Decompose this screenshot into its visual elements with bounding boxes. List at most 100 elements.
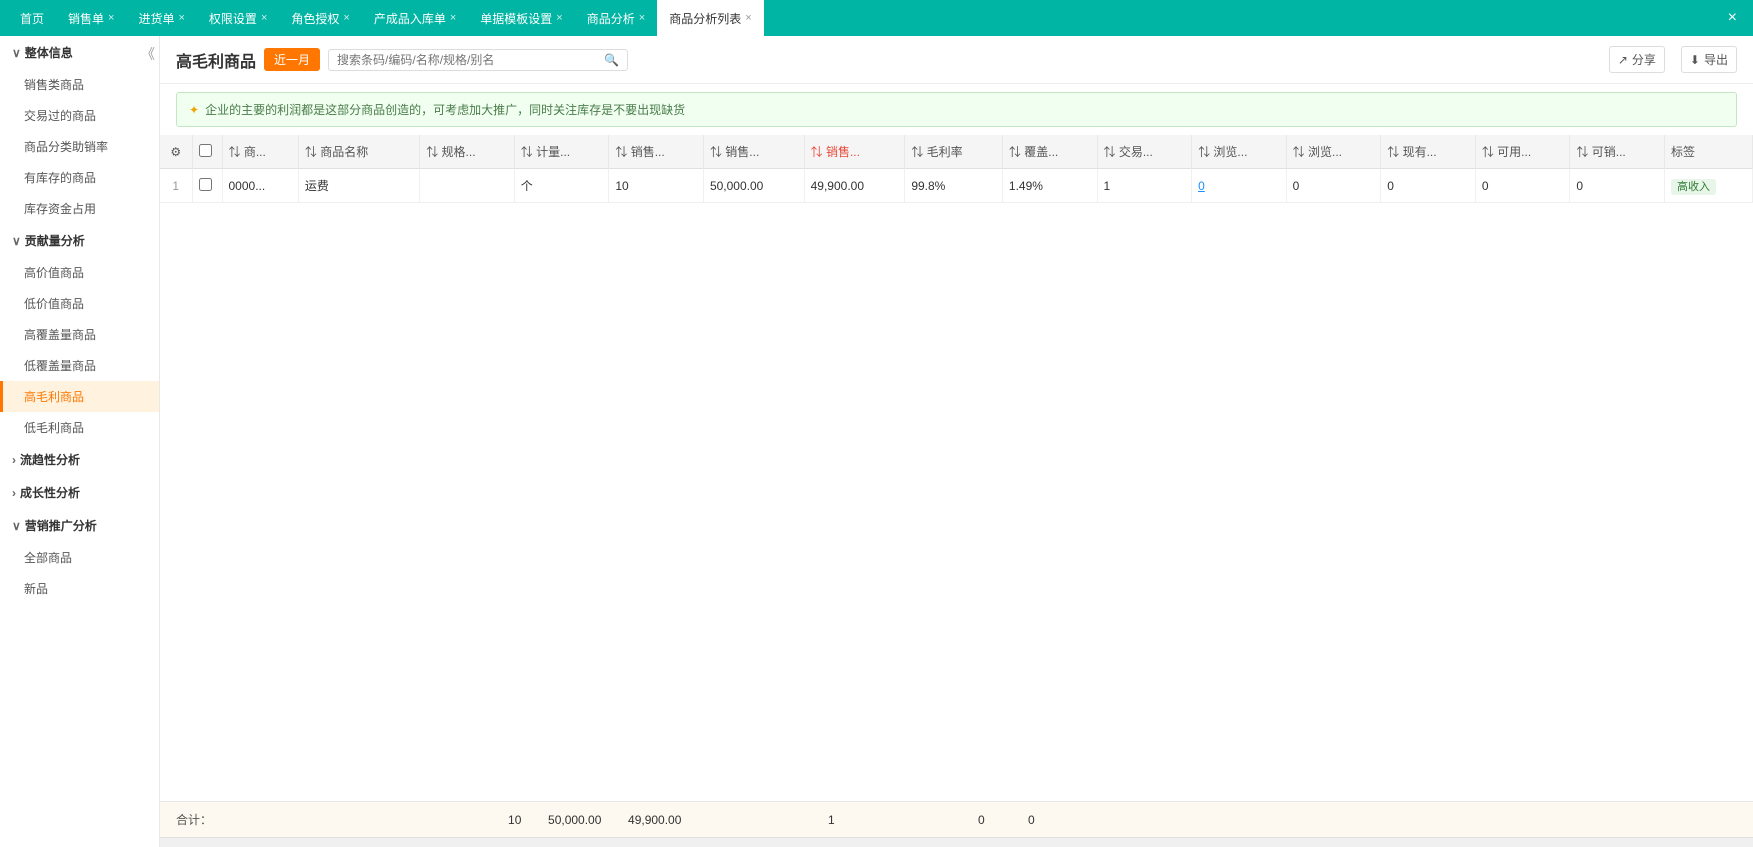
nav-product-analysis[interactable]: 商品分析 × xyxy=(575,0,657,36)
footer-label: 合计： xyxy=(176,811,212,828)
select-all-checkbox[interactable] xyxy=(199,144,212,157)
footer-sales-amount: 50,000.00 xyxy=(542,813,622,827)
sidebar-group-flow[interactable]: › 流趋性分析 xyxy=(0,443,159,476)
col-name[interactable]: ⇅ 商品名称 xyxy=(298,135,419,169)
row-checkbox[interactable] xyxy=(192,169,222,203)
col-transaction[interactable]: ⇅ 交易... xyxy=(1097,135,1192,169)
cell-available: 0 xyxy=(1475,169,1570,203)
sort-icon-browse1: ⇅ xyxy=(1198,145,1213,159)
nav-close-role[interactable]: × xyxy=(343,12,349,24)
nav-sales[interactable]: 销售单 × xyxy=(56,0,126,36)
cell-sellable: 0 xyxy=(1570,169,1665,203)
col-browse1[interactable]: ⇅ 浏览... xyxy=(1192,135,1287,169)
content-header: 高毛利商品 近一月 🔍 ↗ 分享 ⬇ 导出 xyxy=(160,36,1753,84)
sidebar-group-overall[interactable]: ∨ 整体信息 xyxy=(0,36,159,69)
cell-browse1[interactable]: 0 xyxy=(1192,169,1287,203)
info-banner: ✦ 企业的主要的利润都是这部分商品创造的，可考虑加大推广，同时关注库存是不要出现… xyxy=(176,92,1737,127)
search-box[interactable]: 🔍 xyxy=(328,49,628,71)
col-unit[interactable]: ⇅ 计量... xyxy=(514,135,609,169)
footer-current-stock: 0 xyxy=(972,813,1022,827)
arrow-right-icon: › xyxy=(12,453,16,467)
col-checkbox[interactable] xyxy=(192,135,222,169)
sidebar-group-growth[interactable]: › 成长性分析 xyxy=(0,476,159,509)
nav-template[interactable]: 单据模板设置 × xyxy=(468,0,574,36)
nav-close-purchase[interactable]: × xyxy=(178,12,184,24)
export-button[interactable]: ⬇ 导出 xyxy=(1681,46,1737,73)
cell-coverage: 1.49% xyxy=(1002,169,1097,203)
arrow-right-icon-2: › xyxy=(12,486,16,500)
arrow-down-icon-2: ∨ xyxy=(12,234,21,248)
nav-close-permission[interactable]: × xyxy=(261,12,267,24)
col-browse2[interactable]: ⇅ 浏览... xyxy=(1286,135,1381,169)
sort-icon-avail: ⇅ xyxy=(1482,145,1497,159)
cell-gross-margin: 99.8% xyxy=(905,169,1003,203)
col-sellable[interactable]: ⇅ 可销... xyxy=(1570,135,1665,169)
nav-role[interactable]: 角色授权 × xyxy=(279,0,361,36)
sort-icon-stock: ⇅ xyxy=(1387,145,1402,159)
col-sales-amount[interactable]: ⇅ 销售... xyxy=(703,135,804,169)
nav-close-product-analysis-list[interactable]: × xyxy=(745,12,751,24)
sidebar-item-in-stock[interactable]: 有库存的商品 xyxy=(0,162,159,193)
nav-home[interactable]: 首页 xyxy=(8,0,56,36)
col-sales-qty[interactable]: ⇅ 销售... xyxy=(609,135,704,169)
sort-icon-margin: ⇅ xyxy=(911,145,926,159)
filter-recent-month-button[interactable]: 近一月 xyxy=(264,48,320,71)
sidebar-item-traded-goods[interactable]: 交易过的商品 xyxy=(0,100,159,131)
cell-sku: 0000... xyxy=(222,169,298,203)
arrow-down-icon: ∨ xyxy=(12,46,21,60)
col-spec[interactable]: ⇅ 规格... xyxy=(420,135,515,169)
sidebar-item-all-goods[interactable]: 全部商品 xyxy=(0,542,159,573)
cell-spec xyxy=(420,169,515,203)
nav-close-product-analysis[interactable]: × xyxy=(639,12,645,24)
footer-sales-qty: 10 xyxy=(502,813,542,827)
cell-current-stock: 0 xyxy=(1381,169,1476,203)
sidebar-group-marketing[interactable]: ∨ 营销推广分析 xyxy=(0,509,159,542)
row-num: 1 xyxy=(160,169,192,203)
sidebar-item-low-coverage[interactable]: 低覆盖量商品 xyxy=(0,350,159,381)
col-coverage[interactable]: ⇅ 覆盖... xyxy=(1002,135,1097,169)
cell-browse2: 0 xyxy=(1286,169,1381,203)
bottom-scrollbar[interactable] xyxy=(160,837,1753,847)
search-input[interactable] xyxy=(337,53,600,67)
sidebar-item-sales-goods[interactable]: 销售类商品 xyxy=(0,69,159,100)
nav-permission[interactable]: 权限设置 × xyxy=(197,0,279,36)
col-gross-margin[interactable]: ⇅ 毛利率 xyxy=(905,135,1003,169)
sort-icon-trans: ⇅ xyxy=(1104,145,1119,159)
col-current-stock[interactable]: ⇅ 现有... xyxy=(1381,135,1476,169)
sort-icon-sell: ⇅ xyxy=(1576,145,1591,159)
arrow-down-icon-3: ∨ xyxy=(12,519,21,533)
sidebar-item-category-rate[interactable]: 商品分类助销率 xyxy=(0,131,159,162)
col-tag[interactable]: 标签 xyxy=(1664,135,1752,169)
table-header-row: ⚙ ⇅ 商... ⇅ 商品名称 xyxy=(160,135,1753,169)
sidebar-item-stock-capital[interactable]: 库存资金占用 xyxy=(0,193,159,224)
sidebar-item-high-margin[interactable]: 高毛利商品 xyxy=(0,381,159,412)
col-sku[interactable]: ⇅ 商... xyxy=(222,135,298,169)
cell-transaction: 1 xyxy=(1097,169,1192,203)
sidebar-item-low-margin[interactable]: 低毛利商品 xyxy=(0,412,159,443)
sort-icon-browse2: ⇅ xyxy=(1293,145,1308,159)
cell-sales-qty: 10 xyxy=(609,169,704,203)
table-container: ⚙ ⇅ 商... ⇅ 商品名称 xyxy=(160,135,1753,801)
sidebar-item-high-coverage[interactable]: 高覆盖量商品 xyxy=(0,319,159,350)
col-available[interactable]: ⇅ 可用... xyxy=(1475,135,1570,169)
nav-product-analysis-list[interactable]: 商品分析列表 × xyxy=(657,0,763,36)
sort-icon-amount: ⇅ xyxy=(710,145,725,159)
footer-sales-cost: 49,900.00 xyxy=(622,813,702,827)
sidebar-item-high-value[interactable]: 高价值商品 xyxy=(0,257,159,288)
nav-close-template[interactable]: × xyxy=(556,12,562,24)
sidebar-collapse-button[interactable]: 《 xyxy=(141,44,155,64)
sidebar-item-new-goods[interactable]: 新品 xyxy=(0,573,159,604)
sidebar-group-contribution[interactable]: ∨ 贡献量分析 xyxy=(0,224,159,257)
footer-transaction: 1 xyxy=(822,813,872,827)
col-sales-cost[interactable]: ⇅ 销售... xyxy=(804,135,905,169)
nav-close-sales[interactable]: × xyxy=(108,12,114,24)
share-button[interactable]: ↗ 分享 xyxy=(1609,46,1665,73)
data-table: ⚙ ⇅ 商... ⇅ 商品名称 xyxy=(160,135,1753,203)
sidebar-item-low-value[interactable]: 低价值商品 xyxy=(0,288,159,319)
row-select-checkbox[interactable] xyxy=(199,178,212,191)
close-all-tabs[interactable]: × xyxy=(1720,9,1745,27)
nav-purchase[interactable]: 进货单 × xyxy=(126,0,196,36)
nav-product-in[interactable]: 产成品入库单 × xyxy=(362,0,468,36)
col-settings[interactable]: ⚙ xyxy=(160,135,192,169)
nav-close-product-in[interactable]: × xyxy=(450,12,456,24)
